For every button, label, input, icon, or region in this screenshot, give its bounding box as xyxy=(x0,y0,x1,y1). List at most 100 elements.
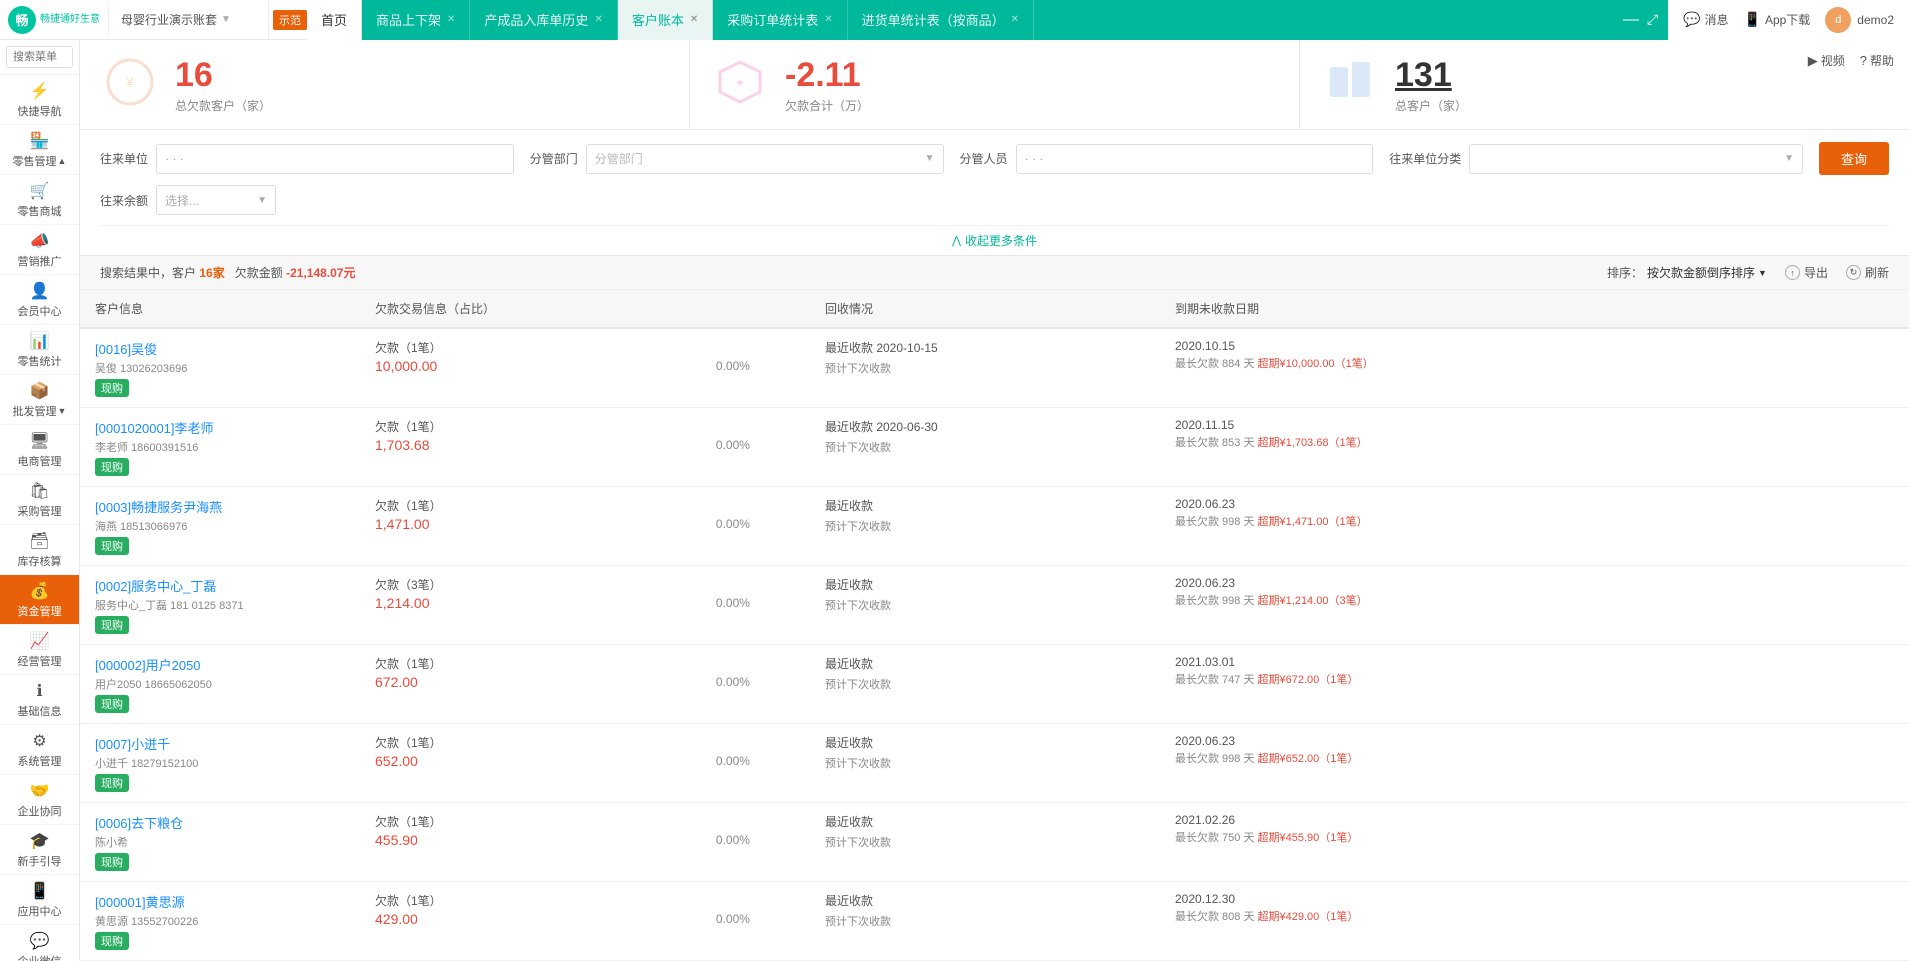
next-collect-2: 预计下次收款 xyxy=(825,518,1145,534)
dept-arrow: ▼ xyxy=(925,153,935,164)
basic-info-icon: ℹ xyxy=(36,681,42,701)
wholesale-icon: 📦 xyxy=(30,381,50,401)
tab-1[interactable]: 商品上下架 ✕ xyxy=(362,0,470,40)
customer-filter-input[interactable]: ··· xyxy=(156,144,514,174)
overdue-link-0[interactable]: 超期¥10,000.00（1笔） xyxy=(1258,358,1374,370)
sidebar-item-retail-mgmt[interactable]: 🏪 零售管理▲ xyxy=(0,125,79,175)
overdue-link-6[interactable]: 超期¥455.90（1笔） xyxy=(1258,832,1359,844)
sidebar-item-wechat[interactable]: 💬 企业微信 xyxy=(0,925,79,961)
collab-icon: 🤝 xyxy=(30,781,50,801)
debt-percent-1: 0.00% xyxy=(716,438,795,452)
window-maximize[interactable]: ⤢ xyxy=(1647,11,1658,28)
tab-4-close[interactable]: ✕ xyxy=(824,14,832,25)
customer-name-7[interactable]: [000001]黄思源 xyxy=(95,892,345,911)
cell-customer-3: [0002]服务中心_丁磊 服务中心_丁磊 181 0125 8371 现购 xyxy=(80,566,360,645)
overdue-link-5[interactable]: 超期¥652.00（1笔） xyxy=(1258,753,1359,765)
tab-4[interactable]: 采购订单统计表 ✕ xyxy=(713,0,847,40)
quick-nav-icon: ⚡ xyxy=(30,81,50,101)
overdue-days-4: 最长欠款 747 天 超期¥672.00（1笔） xyxy=(1175,671,1894,687)
sidebar-item-retail-stats[interactable]: 📊 零售统计 xyxy=(0,325,79,375)
table-row: [0006]去下粮仓 陈小希 现购 欠款（1笔） 455.90 0.00% 最近… xyxy=(80,803,1909,882)
logo-icon: 畅 xyxy=(8,6,36,34)
tab-home[interactable]: 首页 xyxy=(307,0,362,40)
customer-name-3[interactable]: [0002]服务中心_丁磊 xyxy=(95,576,345,595)
sidebar-search-input[interactable] xyxy=(6,46,73,68)
customer-contact-2: 海燕 18513066976 xyxy=(95,518,345,534)
debt-label-0: 欠款（1笔） xyxy=(375,339,686,356)
newbie-icon: 🎓 xyxy=(30,831,50,851)
debt-amount-1: 1,703.68 xyxy=(375,437,686,453)
help-btn[interactable]: ? 帮助 xyxy=(1860,52,1894,69)
search-button[interactable]: 查询 xyxy=(1819,142,1889,175)
last-collect-6: 最近收款 xyxy=(825,813,1145,830)
ecommerce-icon: 🖥 xyxy=(29,431,49,451)
overdue-link-2[interactable]: 超期¥1,471.00（1笔） xyxy=(1258,516,1368,528)
export-btn[interactable]: ↑ 导出 xyxy=(1785,264,1828,281)
category-filter-select[interactable]: ▼ xyxy=(1469,144,1803,174)
due-date-3: 2020.06.23 xyxy=(1175,576,1894,590)
sidebar-item-collab[interactable]: 🤝 企业协同 xyxy=(0,775,79,825)
sidebar-item-marketing[interactable]: 📣 营销推广 xyxy=(0,225,79,275)
app-download-btn[interactable]: 📱 App下载 xyxy=(1744,11,1811,28)
tab-5-close[interactable]: ✕ xyxy=(1011,14,1019,25)
sidebar-item-member-center[interactable]: 👤 会员中心 xyxy=(0,275,79,325)
debt-percent-2: 0.00% xyxy=(716,517,795,531)
sidebar-item-wholesale[interactable]: 📦 批发管理▼ xyxy=(0,375,79,425)
filter-balance: 往来余额 选择... ▼ xyxy=(100,185,276,215)
window-minimize[interactable]: — xyxy=(1623,11,1639,29)
sidebar-item-inventory[interactable]: 🗃 库存核算 xyxy=(0,525,79,575)
store-selector[interactable]: 母婴行业演示账套 ▼ xyxy=(109,0,269,39)
next-collect-7: 预计下次收款 xyxy=(825,913,1145,929)
sidebar-item-quick-nav[interactable]: ⚡ 快捷导航 xyxy=(0,75,79,125)
sidebar-item-ecommerce[interactable]: 🖥 电商管理 xyxy=(0,425,79,475)
customer-contact-4: 用户2050 18665062050 xyxy=(95,676,345,692)
last-collect-7: 最近收款 xyxy=(825,892,1145,909)
person-filter-input[interactable]: ··· xyxy=(1016,144,1374,174)
table-row: [0003]畅捷服务尹海燕 海燕 18513066976 现购 欠款（1笔） 1… xyxy=(80,487,1909,566)
cell-recovery-3: 最近收款 预计下次收款 xyxy=(810,566,1160,645)
system-icon: ⚙ xyxy=(32,731,46,751)
tab-1-close[interactable]: ✕ xyxy=(447,14,455,25)
refresh-btn[interactable]: ↻ 刷新 xyxy=(1846,264,1889,281)
sidebar-item-business[interactable]: 📈 经营管理 xyxy=(0,625,79,675)
cell-due-0: 2020.10.15 最长欠款 884 天 超期¥10,000.00（1笔） xyxy=(1160,328,1909,408)
table-row: [0002]服务中心_丁磊 服务中心_丁磊 181 0125 8371 现购 欠… xyxy=(80,566,1909,645)
stat-info-1: 16 总欠款客户（家） xyxy=(175,56,271,114)
sort-value-btn[interactable]: 按欠款金额倒序排序 ▼ xyxy=(1647,264,1767,281)
sidebar-item-retail-shop[interactable]: 🛒 零售商城 xyxy=(0,175,79,225)
collapse-bar[interactable]: ⋀ 收起更多条件 xyxy=(100,225,1889,255)
sidebar-item-finance[interactable]: 💰 资金管理 xyxy=(0,575,79,625)
customer-name-0[interactable]: [0016]吴俊 xyxy=(95,339,345,358)
sidebar-item-newbie[interactable]: 🎓 新手引导 xyxy=(0,825,79,875)
overdue-link-1[interactable]: 超期¥1,703.68（1笔） xyxy=(1258,437,1368,449)
tab-5[interactable]: 进货单统计表（按商品） ✕ xyxy=(848,0,1034,40)
tab-3-active[interactable]: 客户账本 ✕ xyxy=(618,0,713,40)
sidebar-item-purchase[interactable]: 🛍 采购管理 xyxy=(0,475,79,525)
table-row: [000002]用户2050 用户2050 18665062050 现购 欠款（… xyxy=(80,645,1909,724)
overdue-link-7[interactable]: 超期¥429.00（1笔） xyxy=(1258,911,1359,923)
balance-filter-select[interactable]: 选择... ▼ xyxy=(156,185,276,215)
overdue-link-3[interactable]: 超期¥1,214.00（3笔） xyxy=(1258,595,1368,607)
user-avatar-area[interactable]: d demo2 xyxy=(1825,7,1894,33)
tab-3-close[interactable]: ✕ xyxy=(690,14,698,25)
dept-filter-select[interactable]: 分管部门 ▼ xyxy=(586,144,944,174)
customer-contact-1: 李老师 18600391516 xyxy=(95,439,345,455)
username-label: demo2 xyxy=(1857,13,1894,27)
customer-name-1[interactable]: [0001020001]李老师 xyxy=(95,418,345,437)
customer-name-2[interactable]: [0003]畅捷服务尹海燕 xyxy=(95,497,345,516)
sidebar-item-system[interactable]: ⚙ 系统管理 xyxy=(0,725,79,775)
results-info-bar: 搜索结果中，客户 16家 欠款金额 -21,148.07元 排序： 按欠款金额倒… xyxy=(80,256,1909,290)
message-btn[interactable]: 💬 消息 xyxy=(1683,11,1728,28)
customer-name-5[interactable]: [0007]小迸千 xyxy=(95,734,345,753)
demo-tag: 示范 xyxy=(273,10,307,30)
sidebar-item-app-center[interactable]: 📱 应用中心 xyxy=(0,875,79,925)
customer-name-4[interactable]: [000002]用户2050 xyxy=(95,655,345,674)
overdue-link-4[interactable]: 超期¥672.00（1笔） xyxy=(1258,674,1359,686)
tab-2[interactable]: 产成品入库单历史 ✕ xyxy=(470,0,617,40)
customer-name-6[interactable]: [0006]去下粮仓 xyxy=(95,813,345,832)
tab-2-close[interactable]: ✕ xyxy=(594,14,602,25)
video-btn[interactable]: ▶ 视频 xyxy=(1808,52,1845,69)
last-collect-2: 最近收款 xyxy=(825,497,1145,514)
svg-text:✦: ✦ xyxy=(735,76,745,90)
sidebar-item-basic-info[interactable]: ℹ 基础信息 xyxy=(0,675,79,725)
